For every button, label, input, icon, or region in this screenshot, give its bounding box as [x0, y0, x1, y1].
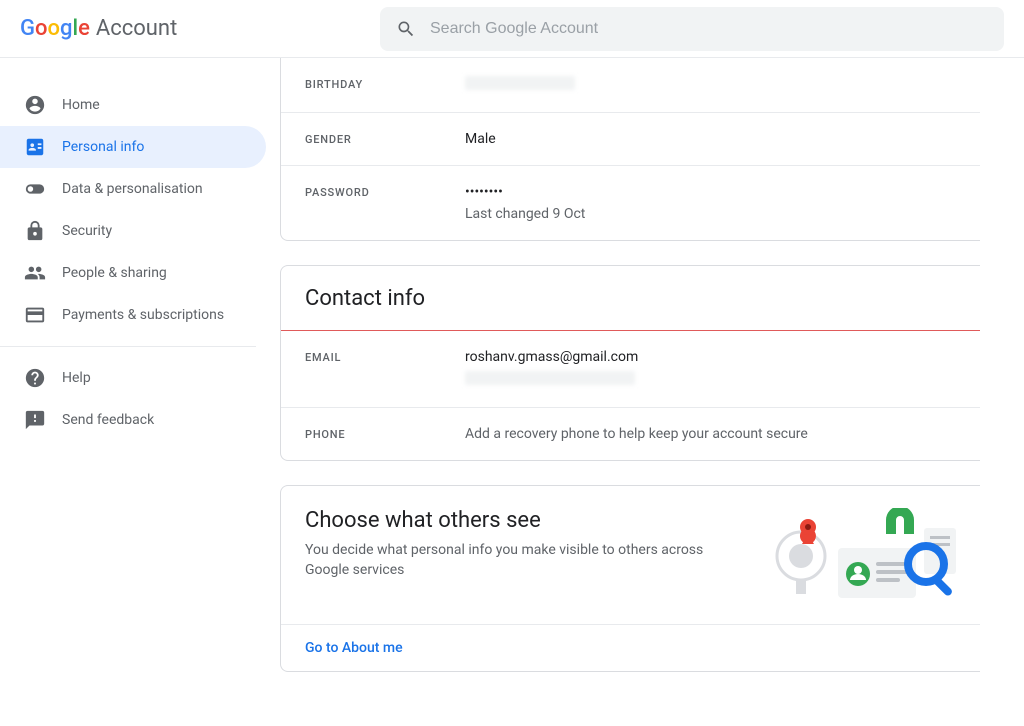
- account-circle-icon: [24, 94, 46, 116]
- help-icon: [24, 367, 46, 389]
- redacted-value: [465, 76, 575, 90]
- illustration: [756, 508, 956, 598]
- go-to-about-me-link[interactable]: Go to About me: [305, 640, 403, 656]
- row-label: PASSWORD: [305, 184, 465, 199]
- basic-info-card: BIRTHDAY GENDER Male PASSWORD •••••••• L…: [280, 58, 980, 241]
- row-password[interactable]: PASSWORD •••••••• Last changed 9 Oct: [281, 165, 980, 240]
- card-icon: [24, 304, 46, 326]
- row-subtext: Last changed 9 Oct: [465, 206, 585, 222]
- row-value: Add a recovery phone to help keep your a…: [465, 426, 808, 442]
- row-gender[interactable]: GENDER Male: [281, 112, 980, 165]
- card-link-row: Go to About me: [281, 624, 980, 671]
- row-label: BIRTHDAY: [305, 76, 465, 91]
- contact-info-card: Contact info EMAIL roshanv.gmass@gmail.c…: [280, 265, 980, 461]
- google-logo: Google: [20, 16, 90, 41]
- feedback-icon: [24, 409, 46, 431]
- search-input[interactable]: [430, 20, 988, 38]
- sidebar-item-label: Home: [62, 97, 100, 113]
- sidebar-divider: [0, 346, 256, 347]
- sidebar-item-label: Help: [62, 370, 91, 386]
- redacted-value: [465, 371, 635, 385]
- row-birthday[interactable]: BIRTHDAY: [281, 58, 980, 112]
- section-title: Contact info: [281, 266, 980, 331]
- app-header: Google Account: [0, 0, 1024, 58]
- card-title: Choose what others see: [305, 508, 756, 533]
- sidebar-item-label: Send feedback: [62, 412, 154, 428]
- account-label: Account: [96, 16, 177, 41]
- toggle-icon: [24, 178, 46, 200]
- row-value: [465, 76, 575, 94]
- choose-what-others-see-card: Choose what others see You decide what p…: [280, 485, 980, 672]
- main-content: BIRTHDAY GENDER Male PASSWORD •••••••• L…: [280, 58, 1024, 726]
- search-bar[interactable]: [380, 7, 1004, 51]
- sidebar-item-security[interactable]: Security: [0, 210, 266, 252]
- sidebar-item-label: Security: [62, 223, 112, 239]
- row-subtext: [465, 371, 638, 389]
- sidebar-item-label: Data & personalisation: [62, 181, 203, 197]
- sidebar-item-home[interactable]: Home: [0, 84, 266, 126]
- sidebar-item-personal-info[interactable]: Personal info: [0, 126, 266, 168]
- row-value: Male: [465, 131, 496, 147]
- row-label: EMAIL: [305, 349, 465, 364]
- id-card-icon: [24, 136, 46, 158]
- sidebar-item-send-feedback[interactable]: Send feedback: [0, 399, 266, 441]
- row-value: roshanv.gmass@gmail.com: [465, 349, 638, 365]
- lock-icon: [24, 220, 46, 242]
- row-email[interactable]: EMAIL roshanv.gmass@gmail.com: [280, 330, 980, 408]
- row-value: ••••••••: [465, 184, 585, 200]
- sidebar-item-help[interactable]: Help: [0, 357, 266, 399]
- search-icon: [396, 19, 416, 39]
- sidebar: Home Personal info Data & personalisatio…: [0, 58, 280, 726]
- row-label: PHONE: [305, 426, 465, 441]
- logo-area: Google Account: [20, 16, 380, 41]
- sidebar-item-label: Payments & subscriptions: [62, 307, 224, 323]
- sidebar-item-people-sharing[interactable]: People & sharing: [0, 252, 266, 294]
- sidebar-item-label: Personal info: [62, 139, 144, 155]
- row-phone[interactable]: PHONE Add a recovery phone to help keep …: [281, 407, 980, 460]
- people-icon: [24, 262, 46, 284]
- card-description: You decide what personal info you make v…: [305, 541, 705, 580]
- sidebar-item-label: People & sharing: [62, 265, 167, 281]
- sidebar-item-payments-subscriptions[interactable]: Payments & subscriptions: [0, 294, 266, 336]
- sidebar-item-data-personalisation[interactable]: Data & personalisation: [0, 168, 266, 210]
- row-label: GENDER: [305, 131, 465, 146]
